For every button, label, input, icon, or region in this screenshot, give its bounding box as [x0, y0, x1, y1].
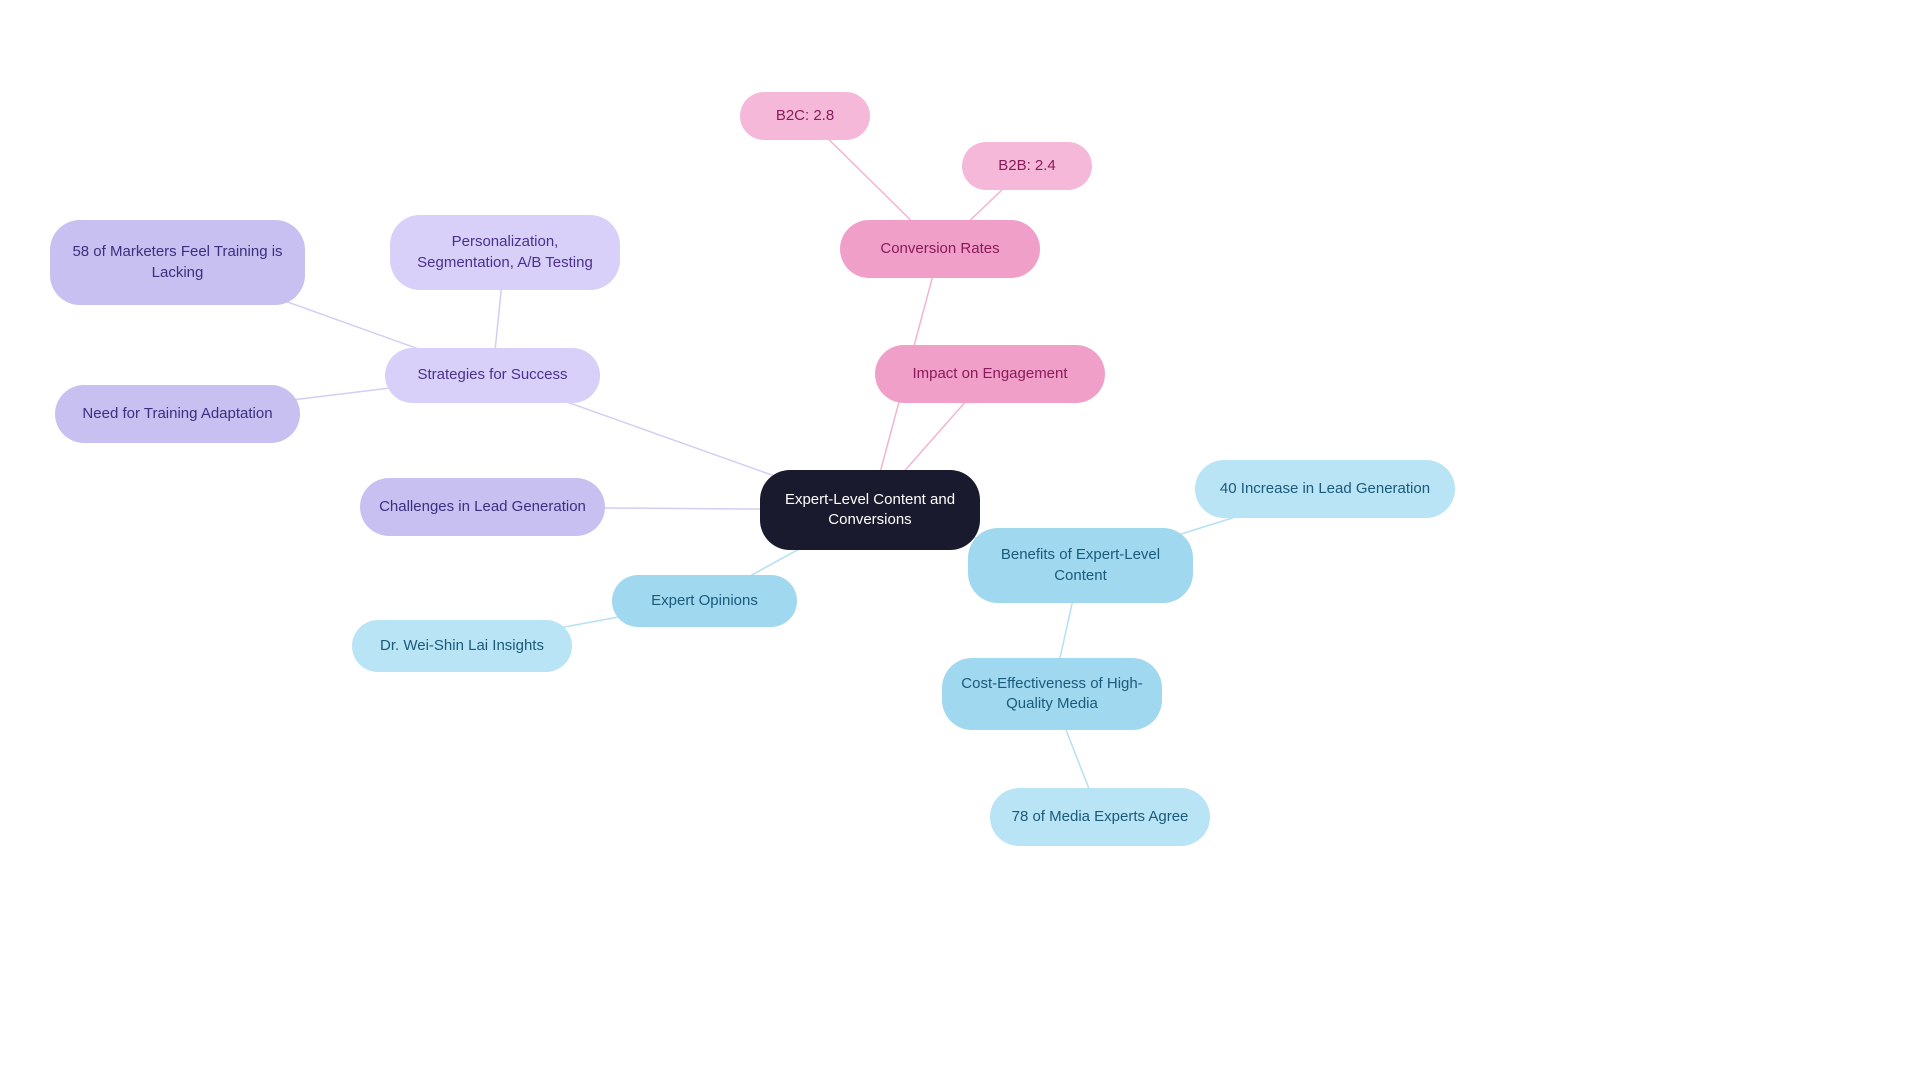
dr-wei-shin-label: Dr. Wei-Shin Lai Insights: [380, 636, 544, 656]
b2b-label: B2B: 2.4: [998, 156, 1056, 176]
benefits-expert-label: Benefits of Expert-Level Content: [986, 545, 1175, 586]
expert-opinions-node[interactable]: Expert Opinions: [612, 575, 797, 627]
challenges-lead-label: Challenges in Lead Generation: [379, 497, 586, 517]
personalization-node[interactable]: Personalization, Segmentation, A/B Testi…: [390, 215, 620, 290]
strategies-success-label: Strategies for Success: [417, 365, 567, 385]
conversion-rates-node[interactable]: Conversion Rates: [840, 220, 1040, 278]
increase-lead-gen-label: 40 Increase in Lead Generation: [1220, 479, 1430, 499]
b2b-node[interactable]: B2B: 2.4: [962, 142, 1092, 190]
b2c-label: B2C: 2.8: [776, 106, 834, 126]
cost-effectiveness-node[interactable]: Cost-Effectiveness of High-Quality Media: [942, 658, 1162, 730]
impact-engagement-node[interactable]: Impact on Engagement: [875, 345, 1105, 403]
training-lacking-node[interactable]: 58 of Marketers Feel Training is Lacking: [50, 220, 305, 305]
strategies-success-node[interactable]: Strategies for Success: [385, 348, 600, 403]
conversion-rates-label: Conversion Rates: [880, 239, 999, 259]
need-training-node[interactable]: Need for Training Adaptation: [55, 385, 300, 443]
impact-engagement-label: Impact on Engagement: [912, 364, 1067, 384]
training-lacking-label: 58 of Marketers Feel Training is Lacking: [68, 242, 287, 283]
center-node[interactable]: Expert-Level Content and Conversions: [760, 470, 980, 550]
increase-lead-gen-node[interactable]: 40 Increase in Lead Generation: [1195, 460, 1455, 518]
challenges-lead-node[interactable]: Challenges in Lead Generation: [360, 478, 605, 536]
dr-wei-shin-node[interactable]: Dr. Wei-Shin Lai Insights: [352, 620, 572, 672]
cost-effectiveness-label: Cost-Effectiveness of High-Quality Media: [960, 674, 1144, 715]
media-experts-agree-node[interactable]: 78 of Media Experts Agree: [990, 788, 1210, 846]
benefits-expert-node[interactable]: Benefits of Expert-Level Content: [968, 528, 1193, 603]
b2c-node[interactable]: B2C: 2.8: [740, 92, 870, 140]
need-training-label: Need for Training Adaptation: [82, 404, 272, 424]
media-experts-agree-label: 78 of Media Experts Agree: [1012, 807, 1189, 827]
personalization-label: Personalization, Segmentation, A/B Testi…: [408, 232, 602, 273]
center-label: Expert-Level Content and Conversions: [785, 490, 955, 531]
expert-opinions-label: Expert Opinions: [651, 591, 758, 611]
